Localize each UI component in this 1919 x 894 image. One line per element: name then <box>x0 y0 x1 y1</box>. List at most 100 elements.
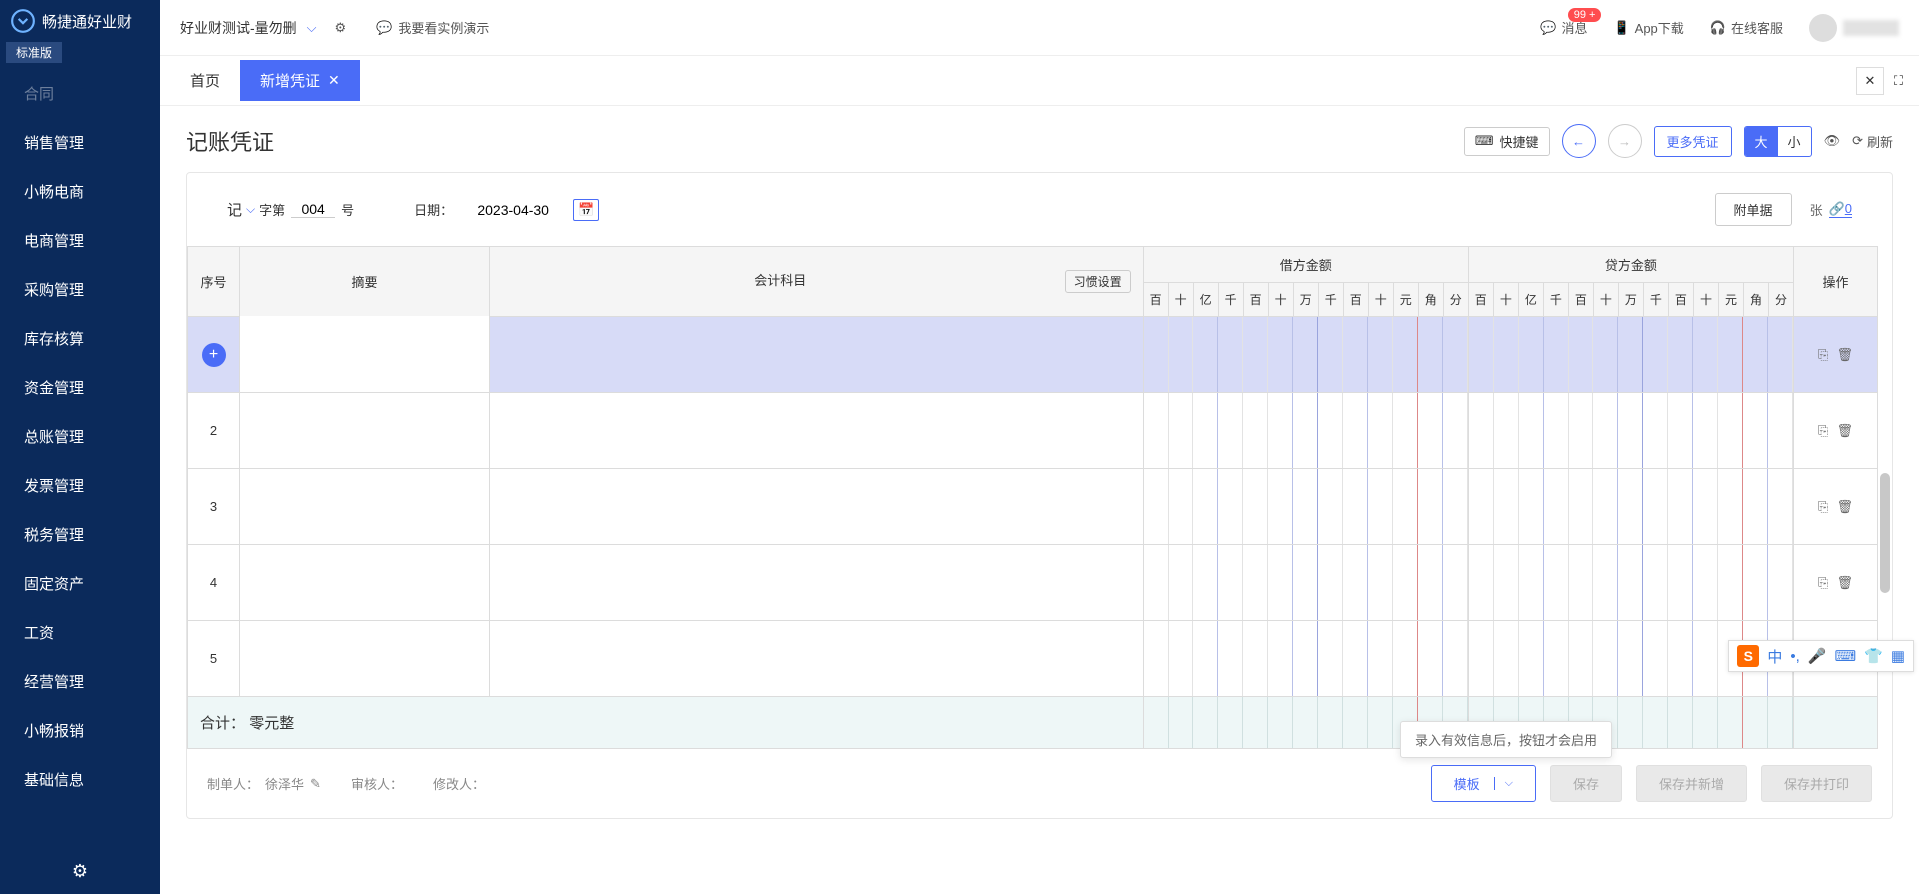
prev-voucher-button[interactable]: ← <box>1562 124 1596 158</box>
preview-icon[interactable]: 👁 <box>1824 133 1841 149</box>
tab-new-voucher[interactable]: 新增凭证 ✕ <box>240 60 360 101</box>
sheets-label: 张 <box>1810 200 1823 219</box>
refresh-button[interactable]: ⟳ 刷新 <box>1852 132 1893 151</box>
copy-row-icon[interactable]: ⎘ <box>1818 347 1828 362</box>
edit-maker-icon[interactable]: ✎ <box>310 776 321 792</box>
tab-new-voucher-label: 新增凭证 <box>260 70 320 91</box>
habit-settings-button[interactable]: 习惯设置 <box>1065 270 1131 293</box>
mic-icon[interactable]: 🎤 <box>1808 647 1827 665</box>
chevron-down-icon[interactable]: ⌵ <box>1494 777 1513 790</box>
table-row: 3⎘🗑 <box>188 469 1878 545</box>
org-selector[interactable]: 好业财测试-量勿删 ⌵ <box>180 18 317 38</box>
summary-input[interactable] <box>240 316 489 391</box>
account-cell[interactable] <box>490 545 1144 621</box>
more-vouchers-button[interactable]: 更多凭证 <box>1654 126 1732 157</box>
sidebar-item-invoice[interactable]: 发票管理 <box>0 461 160 510</box>
total-row: 合计： 零元整 <box>188 697 1878 749</box>
ime-toolbar[interactable]: S 中 •, 🎤 ⌨ 👕 ▦ <box>1728 640 1914 672</box>
total-text: 零元整 <box>249 715 294 732</box>
debit-cell[interactable] <box>1143 393 1468 469</box>
sidebar-item-basicinfo[interactable]: 基础信息 <box>0 755 160 804</box>
ops-cell: ⎘🗑 <box>1794 317 1878 393</box>
voucher-date-input[interactable] <box>463 202 563 218</box>
save-and-print-button: 保存并打印 <box>1761 765 1872 802</box>
customer-service-button[interactable]: 🎧 在线客服 <box>1710 18 1783 37</box>
copy-row-icon[interactable]: ⎘ <box>1818 499 1828 514</box>
skin-icon[interactable]: 👕 <box>1864 647 1883 665</box>
attach-document-button[interactable]: 附单据 <box>1715 193 1792 226</box>
sidebar-item-procure[interactable]: 采购管理 <box>0 265 160 314</box>
sidebar-item-tax[interactable]: 税务管理 <box>0 510 160 559</box>
summary-cell[interactable] <box>240 469 490 545</box>
close-all-tabs-button[interactable]: ✕ <box>1856 67 1884 95</box>
refresh-label: 刷新 <box>1867 132 1893 151</box>
debit-cell[interactable] <box>1143 469 1468 545</box>
size-large-button[interactable]: 大 <box>1745 127 1778 156</box>
attachment-link-icon[interactable]: 🔗0 <box>1829 201 1852 218</box>
account-cell[interactable] <box>490 317 1144 393</box>
save-button: 保存 <box>1550 765 1622 802</box>
grid-icon[interactable]: ▦ <box>1891 647 1905 665</box>
summary-cell[interactable] <box>240 621 490 697</box>
account-cell[interactable] <box>490 393 1144 469</box>
tab-close-icon[interactable]: ✕ <box>328 72 340 89</box>
tabs: 首页 新增凭证 ✕ ✕ ⛶ <box>160 56 1919 106</box>
voucher-number-input[interactable] <box>291 201 335 218</box>
sidebar-settings-icon[interactable]: ⚙ <box>0 849 160 894</box>
sidebar-item-ledger[interactable]: 总账管理 <box>0 412 160 461</box>
shortcut-button[interactable]: ⌨ 快捷键 <box>1464 127 1550 156</box>
debit-cell[interactable] <box>1143 621 1468 697</box>
keyboard-icon[interactable]: ⌨ <box>1834 647 1856 665</box>
sidebar-item-funds[interactable]: 资金管理 <box>0 363 160 412</box>
main-content: 记账凭证 ⌨ 快捷键 ← → 更多凭证 大 小 👁 ⟳ 刷新 记 ⌵ <box>160 106 1919 894</box>
summary-cell[interactable] <box>240 317 490 393</box>
delete-row-icon[interactable]: 🗑 <box>1836 499 1853 514</box>
app-download-button[interactable]: 📱 App下载 <box>1613 18 1683 37</box>
brand-name: 畅捷通好业财 <box>42 11 132 32</box>
credit-cell[interactable] <box>1468 317 1793 393</box>
sidebar-item-fixedasset[interactable]: 固定资产 <box>0 559 160 608</box>
message-icon: 💬 <box>1540 20 1556 36</box>
demo-link[interactable]: 💬 我要看实例演示 <box>376 18 489 37</box>
messages-button[interactable]: 💬 消息 99 + <box>1540 18 1587 37</box>
credit-cell[interactable] <box>1468 545 1793 621</box>
seq-cell: 5 <box>188 621 240 697</box>
copy-row-icon[interactable]: ⎘ <box>1818 423 1828 438</box>
voucher-type-selector[interactable]: 记 ⌵ <box>227 199 255 220</box>
next-voucher-button[interactable]: → <box>1608 124 1642 158</box>
delete-row-icon[interactable]: 🗑 <box>1836 423 1853 438</box>
sidebar-item-contract[interactable]: 合同 <box>0 69 160 118</box>
account-cell[interactable] <box>490 469 1144 545</box>
sidebar-item-salary[interactable]: 工资 <box>0 608 160 657</box>
username-blurred <box>1843 20 1899 36</box>
account-cell[interactable] <box>490 621 1144 697</box>
debit-cell[interactable] <box>1143 317 1468 393</box>
sidebar-item-operation[interactable]: 经营管理 <box>0 657 160 706</box>
sidebar-item-reimburse[interactable]: 小畅报销 <box>0 706 160 755</box>
credit-cell[interactable] <box>1468 469 1793 545</box>
sidebar-item-xiaochang-ec[interactable]: 小畅电商 <box>0 167 160 216</box>
size-small-button[interactable]: 小 <box>1778 127 1811 156</box>
table-scrollbar[interactable] <box>1880 473 1890 593</box>
org-settings-icon[interactable]: ⚙ <box>335 20 347 36</box>
summary-cell[interactable] <box>240 393 490 469</box>
add-row-button[interactable]: + <box>202 343 226 367</box>
sidebar-item-ecommerce[interactable]: 电商管理 <box>0 216 160 265</box>
topbar: 好业财测试-量勿删 ⌵ ⚙ 💬 我要看实例演示 💬 消息 99 + 📱 App下… <box>160 0 1919 56</box>
ime-lang-button[interactable]: 中 <box>1767 646 1782 667</box>
credit-cell[interactable] <box>1468 393 1793 469</box>
sidebar-item-sales[interactable]: 销售管理 <box>0 118 160 167</box>
sidebar-item-inventory[interactable]: 库存核算 <box>0 314 160 363</box>
delete-row-icon[interactable]: 🗑 <box>1836 575 1853 590</box>
ime-punct-button[interactable]: •, <box>1790 648 1799 665</box>
debit-cell[interactable] <box>1143 545 1468 621</box>
fullscreen-icon[interactable]: ⛶ <box>1894 73 1903 89</box>
tab-home[interactable]: 首页 <box>170 60 240 101</box>
calendar-icon[interactable]: 📅 <box>573 199 599 221</box>
delete-row-icon[interactable]: 🗑 <box>1836 347 1853 362</box>
copy-row-icon[interactable]: ⎘ <box>1818 575 1828 590</box>
user-menu[interactable] <box>1809 14 1899 42</box>
template-button[interactable]: 模板 ⌵ <box>1431 765 1536 802</box>
refresh-icon: ⟳ <box>1852 133 1863 149</box>
summary-cell[interactable] <box>240 545 490 621</box>
